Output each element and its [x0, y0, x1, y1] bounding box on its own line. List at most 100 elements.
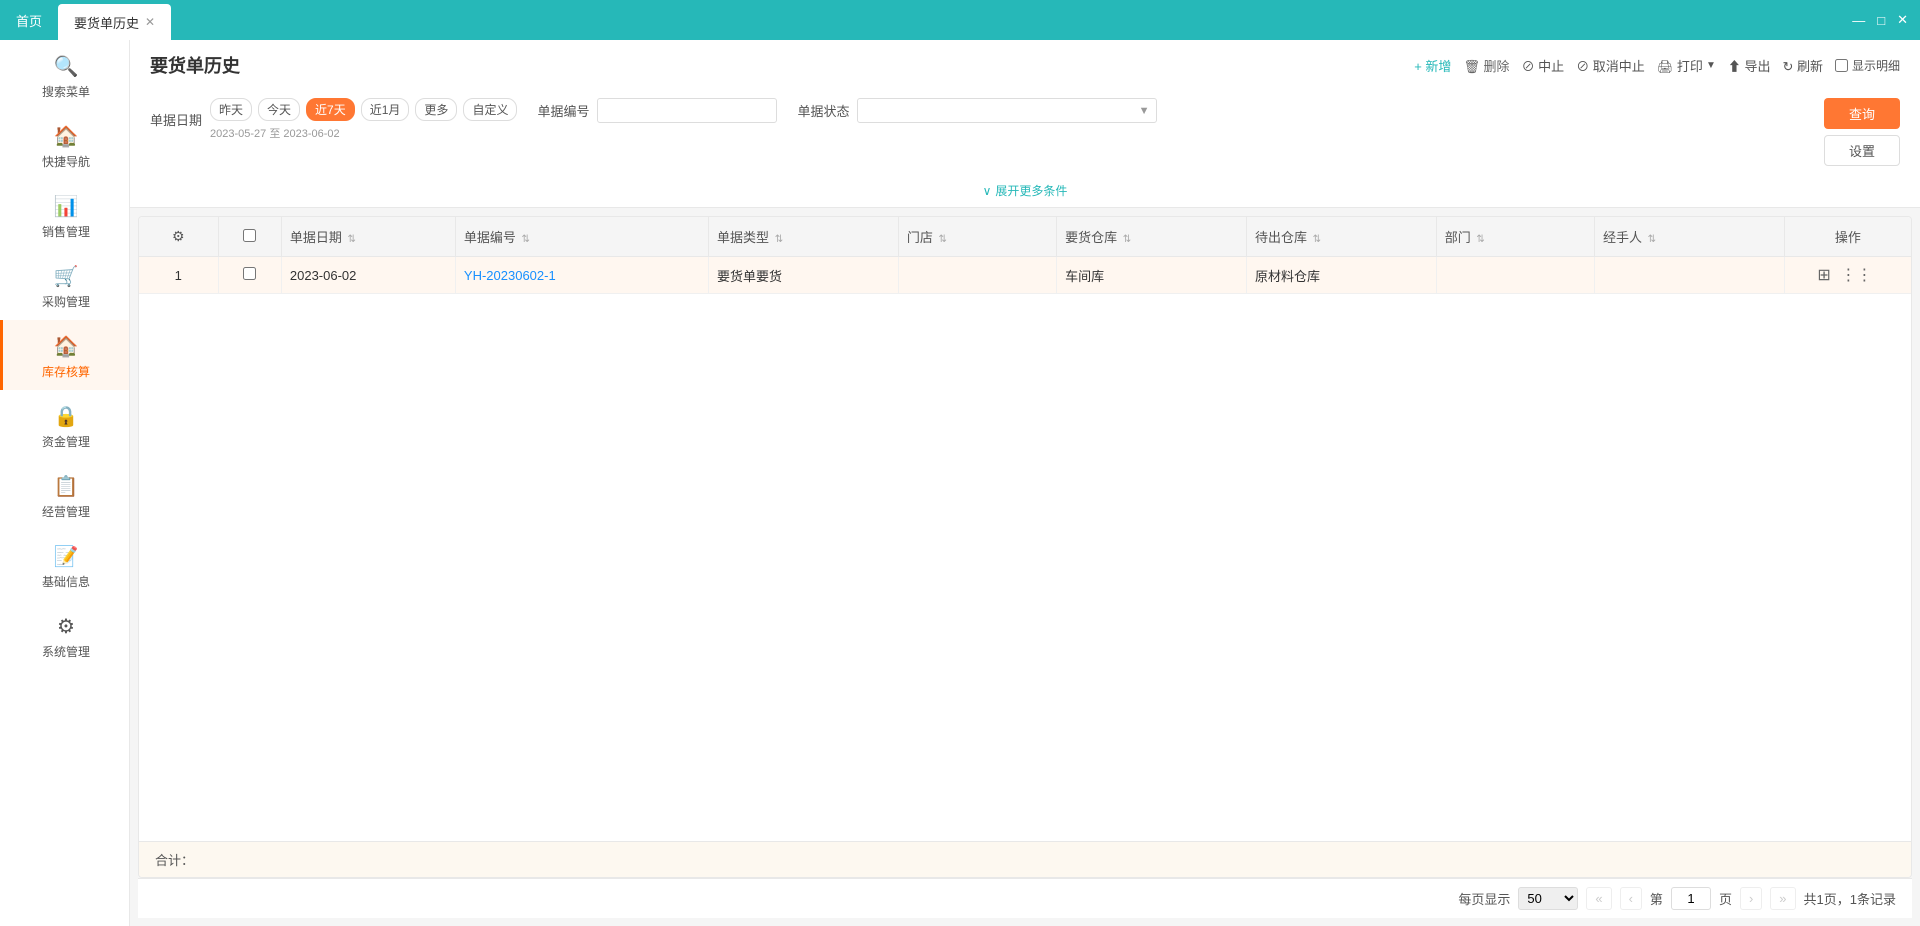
col-code-sort-icon[interactable]: ⇅: [522, 234, 530, 245]
sidebar-item-search-menu[interactable]: 🔍 搜索菜单: [0, 40, 129, 110]
show-detail-checkbox-label[interactable]: 显示明细: [1835, 57, 1900, 74]
date-filter-group: 单据日期 昨天 今天 近7天 近1月 更多 自定义 2023-05-27 至 2…: [150, 98, 517, 141]
row-edit-icon[interactable]: ⊞: [1817, 267, 1830, 284]
row-code-link[interactable]: YH-20230602-1: [464, 268, 556, 283]
row-checkbox[interactable]: [243, 267, 256, 280]
date-btn-more[interactable]: 更多: [415, 98, 457, 121]
col-shop-sort-icon[interactable]: ⇅: [939, 234, 947, 245]
delete-button[interactable]: 🗑 删除: [1463, 56, 1509, 75]
date-range-text: 2023-05-27 至 2023-06-02: [210, 125, 517, 141]
date-btn-today[interactable]: 今天: [258, 98, 300, 121]
sidebar-item-search-menu-label: 搜索菜单: [42, 83, 90, 100]
tab-home[interactable]: 首页: [0, 0, 58, 40]
order-no-filter-group: 单据编号: [537, 98, 777, 123]
date-btn-custom[interactable]: 自定义: [463, 98, 517, 121]
col-type-sort-icon[interactable]: ⇅: [775, 234, 783, 245]
footer-total-label: 合计：: [155, 853, 194, 868]
per-page-select[interactable]: 50 100 200: [1518, 887, 1578, 910]
sidebar: 🔍 搜索菜单 🏠 快捷导航 📊 销售管理 🛒 采购管理 🏠 库存核算 🔒 资金管…: [0, 40, 130, 926]
sidebar-item-inventory-label: 库存核算: [42, 363, 90, 380]
sidebar-item-sales-label: 销售管理: [42, 223, 90, 240]
window-close-btn[interactable]: ✕: [1897, 12, 1908, 28]
col-handler-sort-icon[interactable]: ⇅: [1648, 234, 1656, 245]
last-page-btn[interactable]: »: [1770, 887, 1795, 910]
row-handler: [1594, 257, 1784, 294]
main-layout: 🔍 搜索菜单 🏠 快捷导航 📊 销售管理 🛒 采购管理 🏠 库存核算 🔒 资金管…: [0, 40, 1920, 926]
order-no-label: 单据编号: [537, 101, 589, 120]
table-body: 1 2023-06-02 YH-20230602-1 要货单要货 车间库: [139, 257, 1911, 294]
expand-more-btn[interactable]: ∨ 展开更多条件: [150, 176, 1900, 207]
tab-requisition-history[interactable]: 要货单历史 ✕: [58, 4, 171, 40]
date-btn-1month[interactable]: 近1月: [361, 98, 410, 121]
top-bar-right: — □ ✕: [1852, 12, 1920, 28]
sidebar-item-purchase-mgmt[interactable]: 🛒 采购管理: [0, 250, 129, 320]
sidebar-item-operations-label: 经营管理: [42, 503, 90, 520]
refresh-button[interactable]: ↻ 刷新: [1782, 56, 1823, 75]
table-row[interactable]: 1 2023-06-02 YH-20230602-1 要货单要货 车间库: [139, 257, 1911, 294]
tab-close-icon[interactable]: ✕: [145, 15, 155, 29]
stop-button[interactable]: ⊘ 中止: [1522, 56, 1565, 75]
col-code-label: 单据编号: [464, 230, 516, 245]
print-dropdown-icon[interactable]: ▼: [1706, 60, 1716, 71]
sidebar-item-operations-mgmt[interactable]: 📋 经营管理: [0, 460, 129, 530]
col-req-wh-sort-icon[interactable]: ⇅: [1123, 234, 1131, 245]
sales-mgmt-icon: 📊: [54, 194, 79, 219]
col-req-wh-header: 要货仓库 ⇅: [1057, 217, 1247, 257]
col-settings-header: ⚙: [139, 217, 218, 257]
show-detail-checkbox[interactable]: [1835, 59, 1848, 72]
expand-more-label: 展开更多条件: [995, 182, 1067, 199]
select-all-checkbox[interactable]: [243, 229, 256, 242]
col-dept-sort-icon[interactable]: ⇅: [1476, 234, 1484, 245]
col-dept-header: 部门 ⇅: [1436, 217, 1594, 257]
print-label: 🖨 打印: [1657, 56, 1703, 75]
row-actions: ⊞ ⋮⋮: [1784, 257, 1911, 294]
col-req-wh-label: 要货仓库: [1065, 230, 1117, 245]
inventory-icon: 🏠: [54, 334, 79, 359]
page-title-row: 要货单历史 + 新增 🗑 删除 ⊘ 中止 ⊘ 取消中止 🖨 打印 ▼ ⬆ 导出 …: [150, 52, 1900, 78]
export-button[interactable]: ⬆ 导出: [1728, 56, 1771, 75]
page-input[interactable]: [1671, 887, 1711, 910]
action-buttons: 查询 设置: [1824, 98, 1900, 166]
cancel-stop-button[interactable]: ⊘ 取消中止: [1576, 56, 1645, 75]
print-button[interactable]: 🖨 打印 ▼: [1657, 56, 1716, 75]
prev-page-btn[interactable]: ‹: [1620, 887, 1642, 910]
sidebar-item-inventory-accounting[interactable]: 🏠 库存核算: [0, 320, 129, 390]
new-button[interactable]: + 新增: [1414, 56, 1451, 75]
query-button[interactable]: 查询: [1824, 98, 1900, 129]
status-label: 单据状态: [797, 101, 849, 120]
col-settings-icon[interactable]: ⚙: [172, 228, 185, 244]
window-maximize-btn[interactable]: □: [1877, 13, 1885, 28]
col-code-header: 单据编号 ⇅: [455, 217, 708, 257]
settings-button[interactable]: 设置: [1824, 135, 1900, 166]
system-mgmt-icon: ⚙: [57, 614, 75, 639]
page-title: 要货单历史: [150, 52, 240, 78]
tab-home-label: 首页: [16, 11, 42, 30]
first-page-btn[interactable]: «: [1586, 887, 1611, 910]
sidebar-item-finance-mgmt[interactable]: 🔒 资金管理: [0, 390, 129, 460]
page-suffix: 页: [1719, 889, 1732, 908]
row-code: YH-20230602-1: [455, 257, 708, 294]
row-check: [218, 257, 281, 294]
col-handler-header: 经手人 ⇅: [1594, 217, 1784, 257]
sidebar-item-basic-info-label: 基础信息: [42, 573, 90, 590]
date-btn-yesterday[interactable]: 昨天: [210, 98, 252, 121]
table-area: ⚙ 单据日期 ⇅ 单据编号 ⇅: [138, 216, 1912, 878]
sidebar-item-quick-nav[interactable]: 🏠 快捷导航: [0, 110, 129, 180]
tab-requisition-label: 要货单历史: [74, 13, 139, 32]
col-date-sort-icon[interactable]: ⇅: [348, 234, 356, 245]
main-table: ⚙ 单据日期 ⇅ 单据编号 ⇅: [139, 217, 1911, 294]
date-btn-7days[interactable]: 近7天: [306, 98, 355, 121]
sidebar-item-basic-info[interactable]: 📝 基础信息: [0, 530, 129, 600]
sidebar-item-sales-mgmt[interactable]: 📊 销售管理: [0, 180, 129, 250]
col-dest-wh-sort-icon[interactable]: ⇅: [1313, 234, 1321, 245]
sidebar-item-system-mgmt[interactable]: ⚙ 系统管理: [0, 600, 129, 670]
col-dest-wh-label: 待出仓库: [1255, 230, 1307, 245]
next-page-btn[interactable]: ›: [1740, 887, 1762, 910]
status-select[interactable]: [857, 98, 1157, 123]
window-minimize-btn[interactable]: —: [1852, 13, 1865, 28]
col-date-header: 单据日期 ⇅: [281, 217, 455, 257]
order-no-input[interactable]: [597, 98, 777, 123]
table-container: ⚙ 单据日期 ⇅ 单据编号 ⇅: [139, 217, 1911, 841]
row-more-icon[interactable]: ⋮⋮: [1840, 267, 1872, 284]
search-menu-icon: 🔍: [54, 54, 79, 79]
